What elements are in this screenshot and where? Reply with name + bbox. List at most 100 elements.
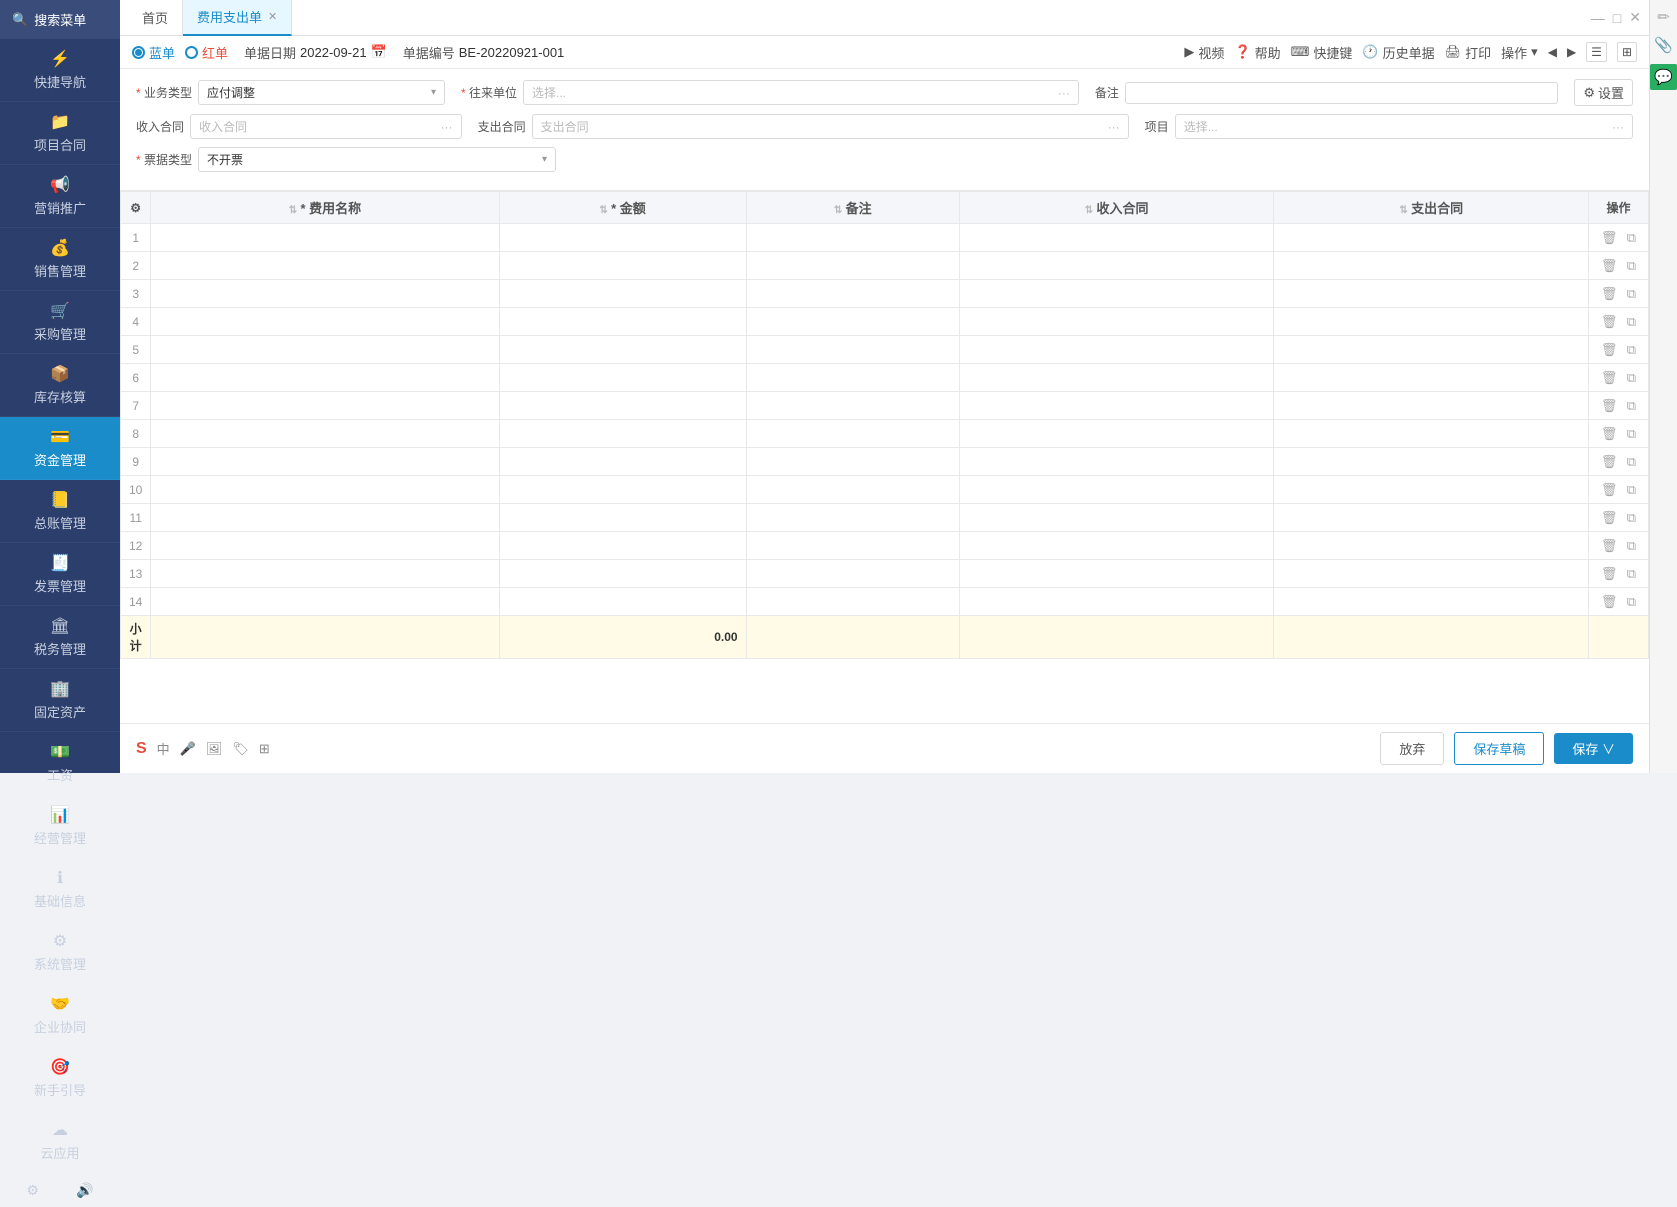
next-btn[interactable]: ▶ [1567, 45, 1576, 59]
sidebar-item-marketing[interactable]: 📢 营销推广 [0, 165, 120, 228]
business-type-select[interactable]: 应付调整 ▾ [198, 80, 445, 105]
sidebar-item-tax[interactable]: 🏛 税务管理 [0, 606, 120, 669]
copy-icon[interactable]: ⧉ [1627, 286, 1636, 301]
cell-remark[interactable] [746, 392, 959, 420]
delete-icon[interactable]: 🗑 [1601, 594, 1618, 609]
history-btn[interactable]: 🕐 历史单据 [1362, 43, 1434, 62]
delete-icon[interactable]: 🗑 [1601, 398, 1618, 413]
apps-icon[interactable]: ⊞ [259, 741, 270, 757]
delete-icon[interactable]: 🗑 [1601, 342, 1618, 357]
copy-icon[interactable]: ⧉ [1627, 370, 1636, 385]
cell-expense-contract[interactable] [1274, 336, 1589, 364]
zhong-icon[interactable]: 中 [157, 739, 170, 758]
cell-amount[interactable] [499, 392, 746, 420]
copy-icon[interactable]: ⧉ [1627, 482, 1636, 497]
col-amount-sort[interactable]: ⇅ [599, 205, 607, 216]
copy-icon[interactable]: ⧉ [1627, 342, 1636, 357]
copy-icon[interactable]: ⧉ [1627, 398, 1636, 413]
cell-expense-name[interactable] [151, 560, 499, 588]
copy-icon[interactable]: ⧉ [1627, 538, 1636, 553]
cell-remark[interactable] [746, 448, 959, 476]
cell-amount[interactable] [499, 448, 746, 476]
delete-icon[interactable]: 🗑 [1601, 258, 1618, 273]
cell-expense-name[interactable] [151, 364, 499, 392]
cell-remark[interactable] [746, 532, 959, 560]
abandon-button[interactable]: 放弃 [1380, 732, 1444, 765]
cell-income-contract[interactable] [959, 336, 1274, 364]
cell-income-contract[interactable] [959, 392, 1274, 420]
cell-income-contract[interactable] [959, 504, 1274, 532]
cell-amount[interactable] [499, 364, 746, 392]
sidebar-item-capital[interactable]: 💳 资金管理 [0, 417, 120, 480]
cell-expense-contract[interactable] [1274, 252, 1589, 280]
cell-expense-name[interactable] [151, 532, 499, 560]
copy-icon[interactable]: ⧉ [1627, 594, 1636, 609]
cell-expense-name[interactable] [151, 588, 499, 616]
cell-income-contract[interactable] [959, 308, 1274, 336]
cell-amount[interactable] [499, 504, 746, 532]
window-close[interactable]: ✕ [1629, 9, 1641, 26]
volume-bottom-icon[interactable]: 🔊 [76, 1182, 93, 1199]
cell-expense-contract[interactable] [1274, 224, 1589, 252]
cell-amount[interactable] [499, 476, 746, 504]
cell-expense-name[interactable] [151, 420, 499, 448]
copy-icon[interactable]: ⧉ [1627, 426, 1636, 441]
cell-remark[interactable] [746, 588, 959, 616]
cell-amount[interactable] [499, 252, 746, 280]
window-maximize[interactable]: □ [1613, 10, 1621, 26]
radio-blue[interactable]: 蓝单 [132, 43, 175, 62]
cell-expense-contract[interactable] [1274, 280, 1589, 308]
cell-expense-contract[interactable] [1274, 420, 1589, 448]
cell-expense-name[interactable] [151, 252, 499, 280]
delete-icon[interactable]: 🗑 [1601, 454, 1618, 469]
print-btn[interactable]: 🖨 打印 [1445, 43, 1492, 62]
tab-home[interactable]: 首页 [128, 0, 183, 36]
cell-income-contract[interactable] [959, 532, 1274, 560]
cell-income-contract[interactable] [959, 420, 1274, 448]
cell-amount[interactable] [499, 560, 746, 588]
cell-income-contract[interactable] [959, 224, 1274, 252]
invoice-type-select[interactable]: 不开票 ▾ [198, 147, 556, 172]
cell-expense-contract[interactable] [1274, 504, 1589, 532]
cell-expense-name[interactable] [151, 308, 499, 336]
delete-icon[interactable]: 🗑 [1601, 314, 1618, 329]
sidebar-item-payroll[interactable]: 💵 工资 [0, 732, 120, 795]
cell-income-contract[interactable] [959, 588, 1274, 616]
tab-close-icon[interactable]: ✕ [268, 10, 277, 23]
cell-expense-contract[interactable] [1274, 476, 1589, 504]
delete-icon[interactable]: 🗑 [1601, 230, 1618, 245]
expense-contract-select[interactable]: 支出合同 ··· [532, 114, 1129, 139]
cell-expense-contract[interactable] [1274, 588, 1589, 616]
cell-remark[interactable] [746, 504, 959, 532]
cell-remark[interactable] [746, 560, 959, 588]
cell-expense-name[interactable] [151, 280, 499, 308]
sidebar-item-sales[interactable]: 💰 销售管理 [0, 228, 120, 291]
cell-expense-contract[interactable] [1274, 392, 1589, 420]
sidebar-item-invoice[interactable]: 🧾 发票管理 [0, 543, 120, 606]
cell-amount[interactable] [499, 336, 746, 364]
sidebar-item-cloud[interactable]: ☁ 云应用 [0, 1110, 120, 1173]
sidebar-item-fixed-assets[interactable]: 🏢 固定资产 [0, 669, 120, 732]
sidebar-item-enterprise[interactable]: 🤝 企业协同 [0, 984, 120, 1047]
settings-button[interactable]: ⚙ 设置 [1574, 79, 1633, 106]
cell-amount[interactable] [499, 532, 746, 560]
list-view-btn[interactable]: ☰ [1586, 42, 1607, 62]
remark-input[interactable] [1125, 82, 1558, 104]
cell-income-contract[interactable] [959, 364, 1274, 392]
sidebar-item-system[interactable]: ⚙ 系统管理 [0, 921, 120, 984]
cell-expense-name[interactable] [151, 392, 499, 420]
col-income-sort[interactable]: ⇅ [1085, 205, 1093, 216]
cell-expense-contract[interactable] [1274, 532, 1589, 560]
sidebar-item-basic-info[interactable]: ℹ 基础信息 [0, 858, 120, 921]
window-minimize[interactable]: — [1591, 10, 1605, 26]
cell-remark[interactable] [746, 308, 959, 336]
tab-expense[interactable]: 费用支出单 ✕ [183, 0, 292, 36]
delete-icon[interactable]: 🗑 [1601, 482, 1618, 497]
copy-icon[interactable]: ⧉ [1627, 258, 1636, 273]
cell-income-contract[interactable] [959, 252, 1274, 280]
mic-icon[interactable]: 🎤 [180, 741, 196, 757]
calendar-icon[interactable]: 📅 [371, 44, 387, 60]
col-expense-name-sort[interactable]: ⇅ [289, 205, 297, 216]
sidebar-item-inventory[interactable]: 📦 库存核算 [0, 354, 120, 417]
cell-remark[interactable] [746, 420, 959, 448]
